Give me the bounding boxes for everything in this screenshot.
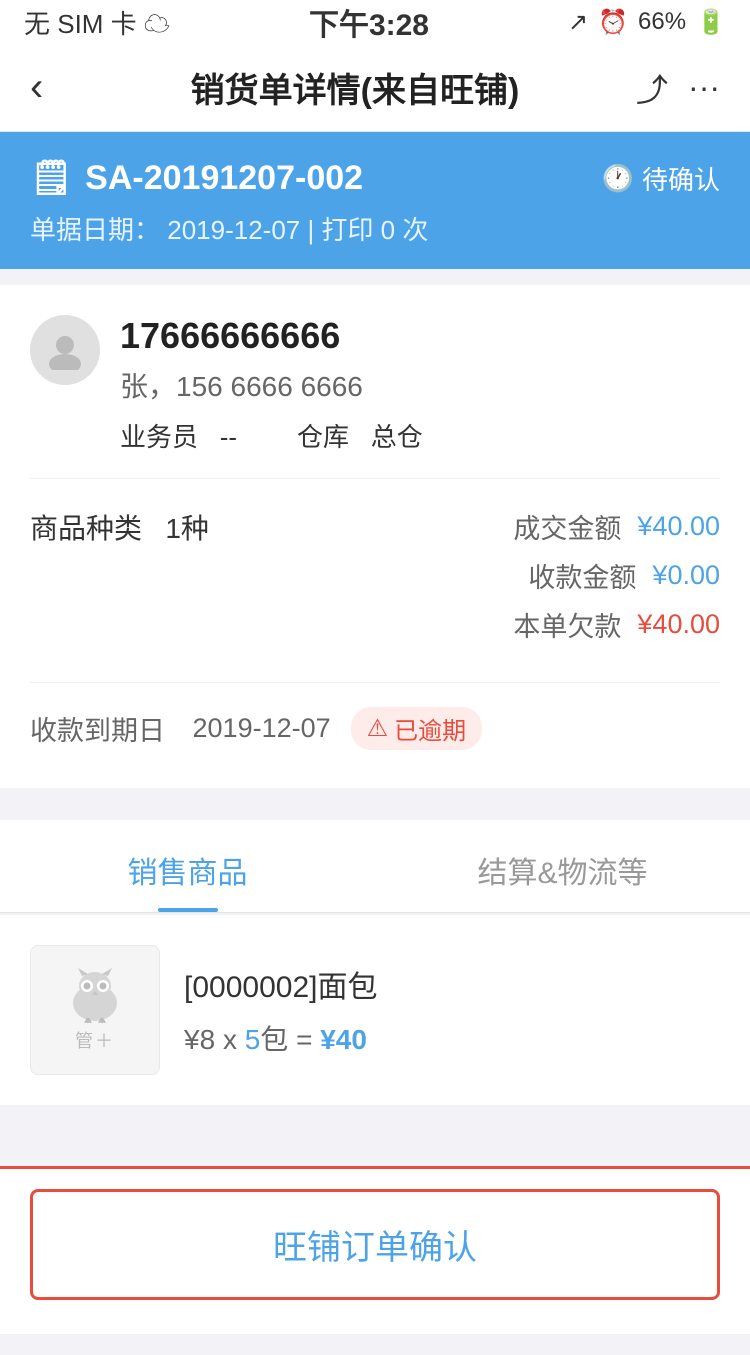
order-status: 🕐 待确认 bbox=[602, 160, 720, 197]
order-id: 🗒 SA-20191207-002 bbox=[30, 158, 363, 198]
product-calculation: ¥8 x 5包 = ¥40 bbox=[184, 1018, 720, 1058]
nav-actions: ⤴ ··· bbox=[620, 65, 720, 111]
product-item: 管＋ [0000002]面包 ¥8 x 5包 = ¥40 bbox=[0, 915, 750, 1105]
overdue-text: 已逾期 bbox=[394, 711, 466, 746]
location-icon: ↗ bbox=[568, 8, 588, 37]
product-type-label: 商品种类 bbox=[30, 513, 142, 544]
order-id-text: SA-20191207-002 bbox=[85, 159, 363, 198]
salesperson-label: 业务员 bbox=[120, 422, 198, 452]
tab-products[interactable]: 销售商品 bbox=[0, 820, 375, 912]
tab-products-label: 销售商品 bbox=[128, 857, 248, 890]
more-icon[interactable]: ··· bbox=[688, 69, 720, 106]
owed-amount-row: 本单欠款 ¥40.00 bbox=[513, 605, 720, 644]
amounts-section: 商品种类 1种 成交金额 ¥40.00 收款金额 ¥0.00 本单欠款 ¥40.… bbox=[30, 479, 720, 683]
avatar bbox=[30, 315, 100, 385]
product-code: [0000002] bbox=[184, 971, 317, 1004]
customer-section: 17666666666 张，156 6666 6666 业务员 -- 仓库 总仓 bbox=[30, 315, 720, 479]
order-header: 🗒 SA-20191207-002 🕐 待确认 单据日期： 2019-12-07… bbox=[0, 132, 750, 269]
status-bar: 无 SIM 卡 ☁ 下午3:28 ↗ ⏰ 66% 🔋 bbox=[0, 0, 750, 44]
product-type-value: 1种 bbox=[165, 513, 209, 544]
product-thumbnail: 管＋ bbox=[30, 945, 160, 1075]
date-value: 2019-12-07 bbox=[167, 215, 300, 245]
brand-label: 管＋ bbox=[75, 1027, 115, 1053]
confirm-button[interactable]: 旺铺订单确认 bbox=[30, 1189, 720, 1300]
owed-amount-value: ¥40.00 bbox=[637, 609, 720, 640]
battery-icon: 🔋 bbox=[696, 8, 726, 37]
order-id-icon: 🗒 bbox=[30, 158, 73, 198]
overdue-icon: ⚠ bbox=[367, 714, 389, 743]
product-details: [0000002]面包 ¥8 x 5包 = ¥40 bbox=[184, 962, 720, 1058]
tab-settlement-label: 结算&物流等 bbox=[477, 857, 647, 890]
clock-icon: 🕐 bbox=[602, 163, 634, 194]
equals-symbol: = bbox=[296, 1024, 312, 1055]
overdue-badge: ⚠ 已逾期 bbox=[351, 707, 483, 750]
product-total: ¥40 bbox=[320, 1024, 367, 1055]
nav-bar: ‹ 销货单详情(来自旺铺) ⤴ ··· bbox=[0, 44, 750, 132]
received-amount-row: 收款金额 ¥0.00 bbox=[513, 556, 720, 595]
salesperson-value: -- bbox=[220, 422, 237, 452]
customer-info: 17666666666 张，156 6666 6666 业务员 -- 仓库 总仓 bbox=[120, 315, 720, 454]
customer-card: 17666666666 张，156 6666 6666 业务员 -- 仓库 总仓… bbox=[0, 285, 750, 788]
order-date-row: 单据日期： 2019-12-07 | 打印 0 次 bbox=[30, 210, 720, 247]
bottom-bar: 旺铺订单确认 bbox=[0, 1166, 750, 1334]
product-qty: 5 bbox=[245, 1024, 261, 1055]
received-amount-value: ¥0.00 bbox=[652, 560, 720, 591]
amount-list: 成交金额 ¥40.00 收款金额 ¥0.00 本单欠款 ¥40.00 bbox=[513, 507, 720, 654]
customer-name: 张，156 6666 6666 bbox=[120, 365, 720, 405]
battery-text: 66% bbox=[638, 8, 686, 36]
no-sim-text: 无 SIM 卡 ☁ bbox=[24, 4, 170, 41]
times-symbol: x bbox=[223, 1024, 237, 1055]
due-date-value: 2019-12-07 bbox=[193, 713, 331, 744]
salesperson-field: 业务员 -- bbox=[120, 417, 237, 454]
tab-settlement[interactable]: 结算&物流等 bbox=[375, 820, 750, 912]
product-price: ¥8 bbox=[184, 1024, 215, 1055]
print-info: | 打印 0 次 bbox=[307, 215, 428, 245]
back-button[interactable]: ‹ bbox=[30, 65, 90, 110]
status-time: 下午3:28 bbox=[309, 0, 429, 44]
status-right: ↗ ⏰ 66% 🔋 bbox=[568, 8, 726, 37]
customer-meta: 业务员 -- 仓库 总仓 bbox=[120, 417, 720, 454]
product-unit: 包 bbox=[260, 1024, 288, 1055]
status-text: 待确认 bbox=[642, 160, 720, 197]
share-icon[interactable]: ⤴ bbox=[636, 65, 668, 111]
product-title: 面包 bbox=[317, 971, 377, 1004]
alarm-icon: ⏰ bbox=[598, 8, 628, 37]
due-date-section: 收款到期日 2019-12-07 ⚠ 已逾期 bbox=[30, 683, 720, 758]
customer-phone: 17666666666 bbox=[120, 315, 720, 357]
section-divider bbox=[0, 788, 750, 804]
status-left: 无 SIM 卡 ☁ bbox=[24, 4, 170, 41]
date-label: 单据日期： bbox=[30, 215, 160, 245]
deal-amount-row: 成交金额 ¥40.00 bbox=[513, 507, 720, 546]
page-title: 销货单详情(来自旺铺) bbox=[90, 63, 620, 112]
product-name: [0000002]面包 bbox=[184, 962, 720, 1006]
deal-amount-label: 成交金额 bbox=[513, 507, 621, 546]
tabs-bar: 销售商品 结算&物流等 bbox=[0, 820, 750, 913]
received-amount-label: 收款金额 bbox=[528, 556, 636, 595]
product-count: 商品种类 1种 bbox=[30, 507, 209, 547]
due-date-label: 收款到期日 bbox=[30, 709, 165, 748]
deal-amount-value: ¥40.00 bbox=[637, 511, 720, 542]
warehouse-field: 仓库 总仓 bbox=[297, 417, 423, 454]
owed-amount-label: 本单欠款 bbox=[513, 605, 621, 644]
warehouse-label: 仓库 bbox=[297, 422, 349, 452]
warehouse-value: 总仓 bbox=[371, 422, 423, 452]
